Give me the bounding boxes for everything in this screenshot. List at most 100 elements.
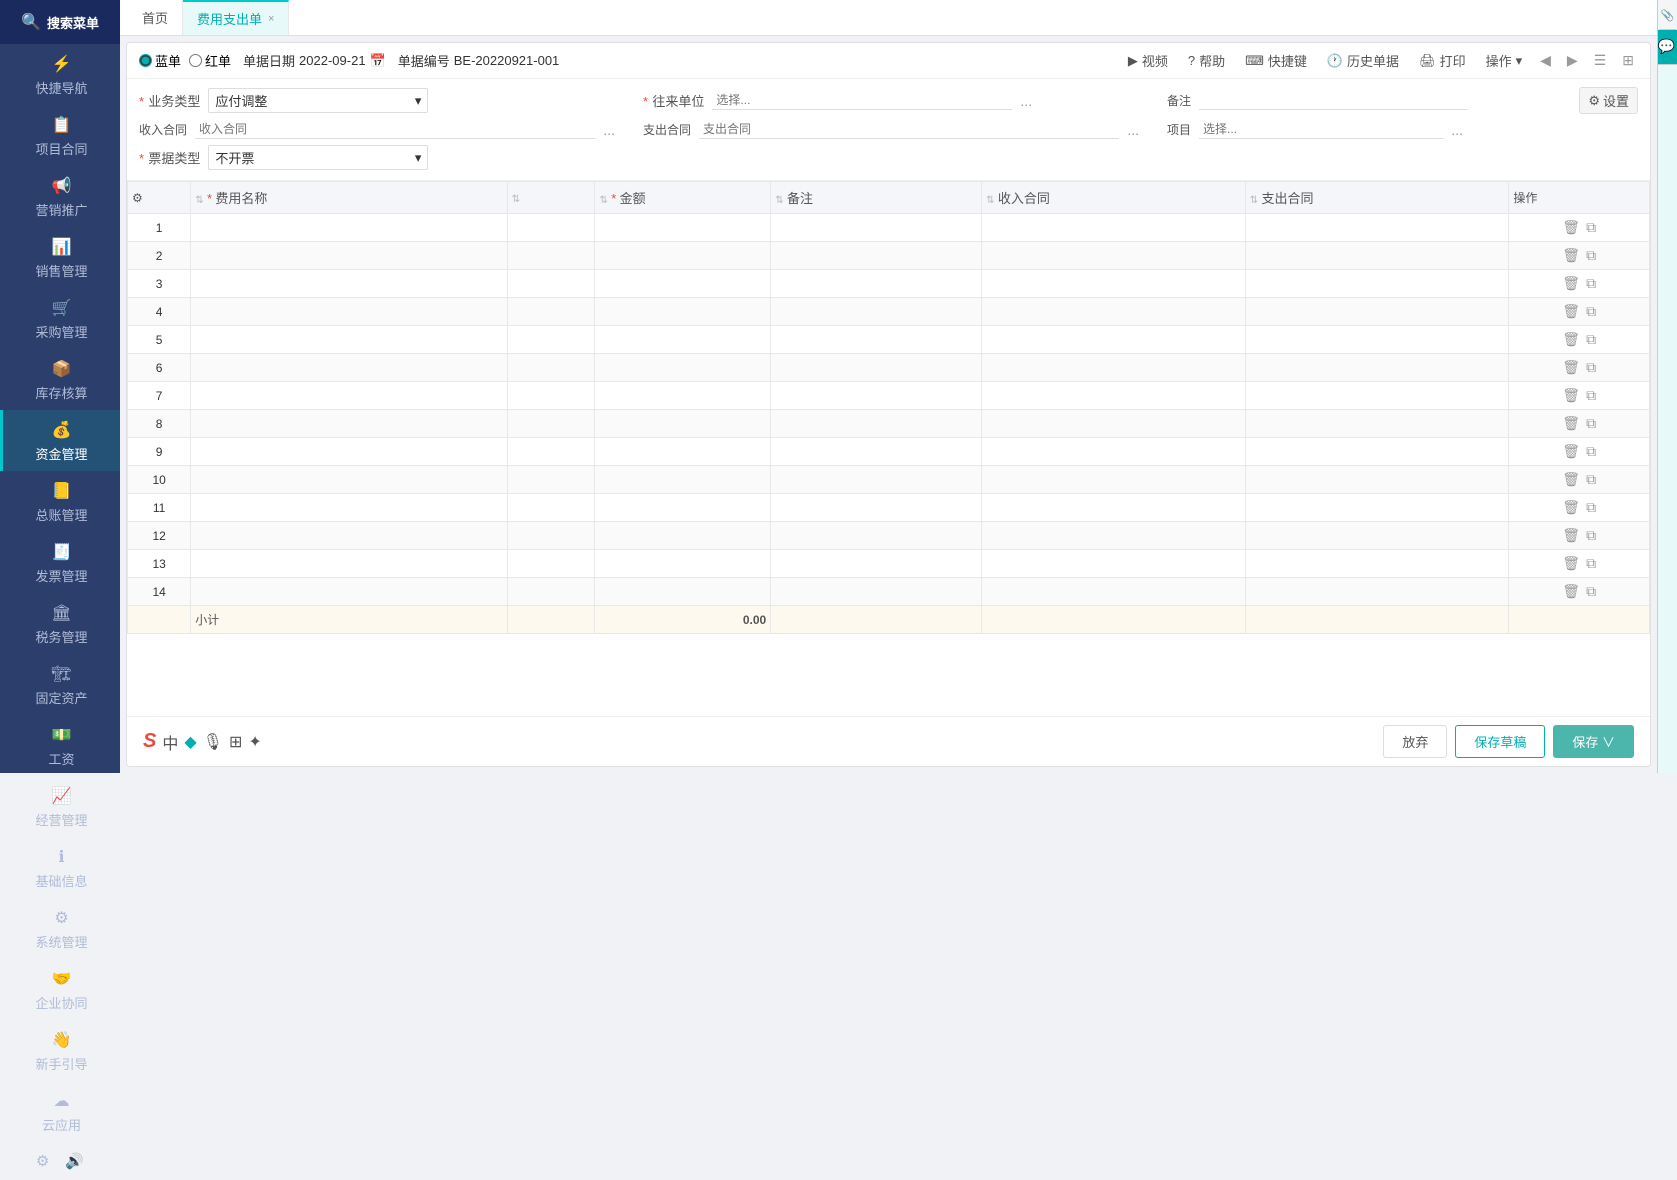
video-btn[interactable]: ▶ 视频 (1122, 49, 1174, 72)
cell-expense-contract[interactable] (1245, 354, 1509, 382)
tab-close-icon[interactable]: × (268, 13, 274, 25)
expense-contract-dots[interactable]: ... (1123, 122, 1143, 138)
cell-note[interactable] (771, 550, 982, 578)
copy-icon[interactable]: ⧉ (1586, 331, 1596, 348)
discard-button[interactable]: 放弃 (1383, 725, 1447, 758)
delete-icon[interactable]: 🗑 (1562, 303, 1580, 320)
delete-icon[interactable]: 🗑 (1562, 443, 1580, 460)
cell-name[interactable] (191, 578, 507, 606)
cell-note[interactable] (771, 270, 982, 298)
sort-icon-5[interactable]: ⇅ (986, 195, 994, 206)
cell-name[interactable] (191, 550, 507, 578)
cell-note[interactable] (771, 242, 982, 270)
cell-sort[interactable] (507, 298, 595, 326)
copy-icon[interactable]: ⧉ (1586, 303, 1596, 320)
sidebar-item-fixed-assets[interactable]: 🏗 固定资产 (0, 654, 120, 715)
cell-name[interactable] (191, 438, 507, 466)
sort-icon-4[interactable]: ⇅ (775, 195, 783, 206)
sort-icon-6[interactable]: ⇅ (1250, 195, 1258, 206)
cell-expense-contract[interactable] (1245, 438, 1509, 466)
sort-icon-3[interactable]: ⇅ (599, 195, 607, 206)
nav-left-btn[interactable]: ◀ (1536, 50, 1555, 71)
cell-income-contract[interactable] (982, 438, 1246, 466)
cell-name[interactable] (191, 326, 507, 354)
copy-icon[interactable]: ⧉ (1586, 247, 1596, 264)
cell-note[interactable] (771, 466, 982, 494)
cell-expense-contract[interactable] (1245, 578, 1509, 606)
copy-icon[interactable]: ⧉ (1586, 583, 1596, 600)
cell-amount[interactable] (595, 214, 771, 242)
cell-amount[interactable] (595, 326, 771, 354)
cell-amount[interactable] (595, 382, 771, 410)
sidebar-item-inventory[interactable]: 📦 库存核算 (0, 349, 120, 410)
cell-note[interactable] (771, 298, 982, 326)
brand-grid-icon[interactable]: ⊞ (229, 732, 242, 752)
cell-expense-contract[interactable] (1245, 410, 1509, 438)
delete-icon[interactable]: 🗑 (1562, 331, 1580, 348)
sidebar-search[interactable]: 🔍 搜索菜单 (0, 0, 120, 44)
copy-icon[interactable]: ⧉ (1586, 415, 1596, 432)
cell-note[interactable] (771, 438, 982, 466)
tab-home[interactable]: 首页 (128, 0, 183, 35)
ticket-type-select[interactable]: 不开票 ▾ (208, 145, 428, 170)
calendar-icon[interactable]: 📅 (370, 53, 386, 69)
copy-icon[interactable]: ⧉ (1586, 443, 1596, 460)
cell-expense-contract[interactable] (1245, 298, 1509, 326)
brand-mic-icon[interactable]: 🎙 (203, 732, 223, 752)
cell-income-contract[interactable] (982, 242, 1246, 270)
sidebar-item-ledger[interactable]: 📒 总账管理 (0, 471, 120, 532)
cell-name[interactable] (191, 522, 507, 550)
cell-name[interactable] (191, 242, 507, 270)
partner-dots[interactable]: ... (1016, 93, 1036, 109)
sidebar-item-enterprise[interactable]: 🤝 企业协同 (0, 959, 120, 1020)
copy-icon[interactable]: ⧉ (1586, 387, 1596, 404)
brand-star-icon[interactable]: ✦ (248, 732, 261, 752)
sidebar-item-system[interactable]: ⚙ 系统管理 (0, 898, 120, 959)
cell-name[interactable] (191, 214, 507, 242)
copy-icon[interactable]: ⧉ (1586, 275, 1596, 292)
sidebar-item-marketing[interactable]: 📢 营销推广 (0, 166, 120, 227)
save-draft-button[interactable]: 保存草稿 (1455, 725, 1545, 758)
sidebar-item-quick-nav[interactable]: ⚡ 快捷导航 (0, 44, 120, 105)
sidebar-item-basic-info[interactable]: ℹ 基础信息 (0, 837, 120, 898)
delete-icon[interactable]: 🗑 (1562, 555, 1580, 572)
delete-icon[interactable]: 🗑 (1562, 527, 1580, 544)
right-tab-attachment[interactable]: 📎 (1659, 0, 1676, 30)
radio-blue[interactable]: 蓝单 (139, 51, 181, 70)
cell-sort[interactable] (507, 382, 595, 410)
cell-expense-contract[interactable] (1245, 466, 1509, 494)
cell-income-contract[interactable] (982, 354, 1246, 382)
sidebar-item-tax[interactable]: 🏛 税务管理 (0, 593, 120, 654)
cell-name[interactable] (191, 410, 507, 438)
settings-icon[interactable]: ⚙ (36, 1152, 49, 1170)
sidebar-item-operations[interactable]: 📈 经营管理 (0, 776, 120, 837)
delete-icon[interactable]: 🗑 (1562, 359, 1580, 376)
cell-note[interactable] (771, 494, 982, 522)
business-type-select[interactable]: 应付调整 ▾ (208, 88, 428, 113)
delete-icon[interactable]: 🗑 (1562, 275, 1580, 292)
cell-note[interactable] (771, 326, 982, 354)
cell-note[interactable] (771, 214, 982, 242)
cell-expense-contract[interactable] (1245, 270, 1509, 298)
cell-income-contract[interactable] (982, 410, 1246, 438)
note-input[interactable] (1199, 91, 1467, 110)
help-btn[interactable]: ? 帮助 (1182, 49, 1231, 72)
cell-income-contract[interactable] (982, 382, 1246, 410)
cell-sort[interactable] (507, 410, 595, 438)
cell-amount[interactable] (595, 438, 771, 466)
copy-icon[interactable]: ⧉ (1586, 359, 1596, 376)
delete-icon[interactable]: 🗑 (1562, 415, 1580, 432)
radio-red[interactable]: 红单 (189, 51, 231, 70)
cell-income-contract[interactable] (982, 550, 1246, 578)
cell-expense-contract[interactable] (1245, 550, 1509, 578)
nav-right-btn[interactable]: ▶ (1563, 50, 1582, 71)
sidebar-item-sales[interactable]: 📊 销售管理 (0, 227, 120, 288)
cell-name[interactable] (191, 466, 507, 494)
cell-note[interactable] (771, 410, 982, 438)
delete-icon[interactable]: 🗑 (1562, 471, 1580, 488)
cell-amount[interactable] (595, 270, 771, 298)
th-settings[interactable]: ⚙ (128, 182, 191, 214)
delete-icon[interactable]: 🗑 (1562, 583, 1580, 600)
copy-icon[interactable]: ⧉ (1586, 555, 1596, 572)
cell-income-contract[interactable] (982, 214, 1246, 242)
